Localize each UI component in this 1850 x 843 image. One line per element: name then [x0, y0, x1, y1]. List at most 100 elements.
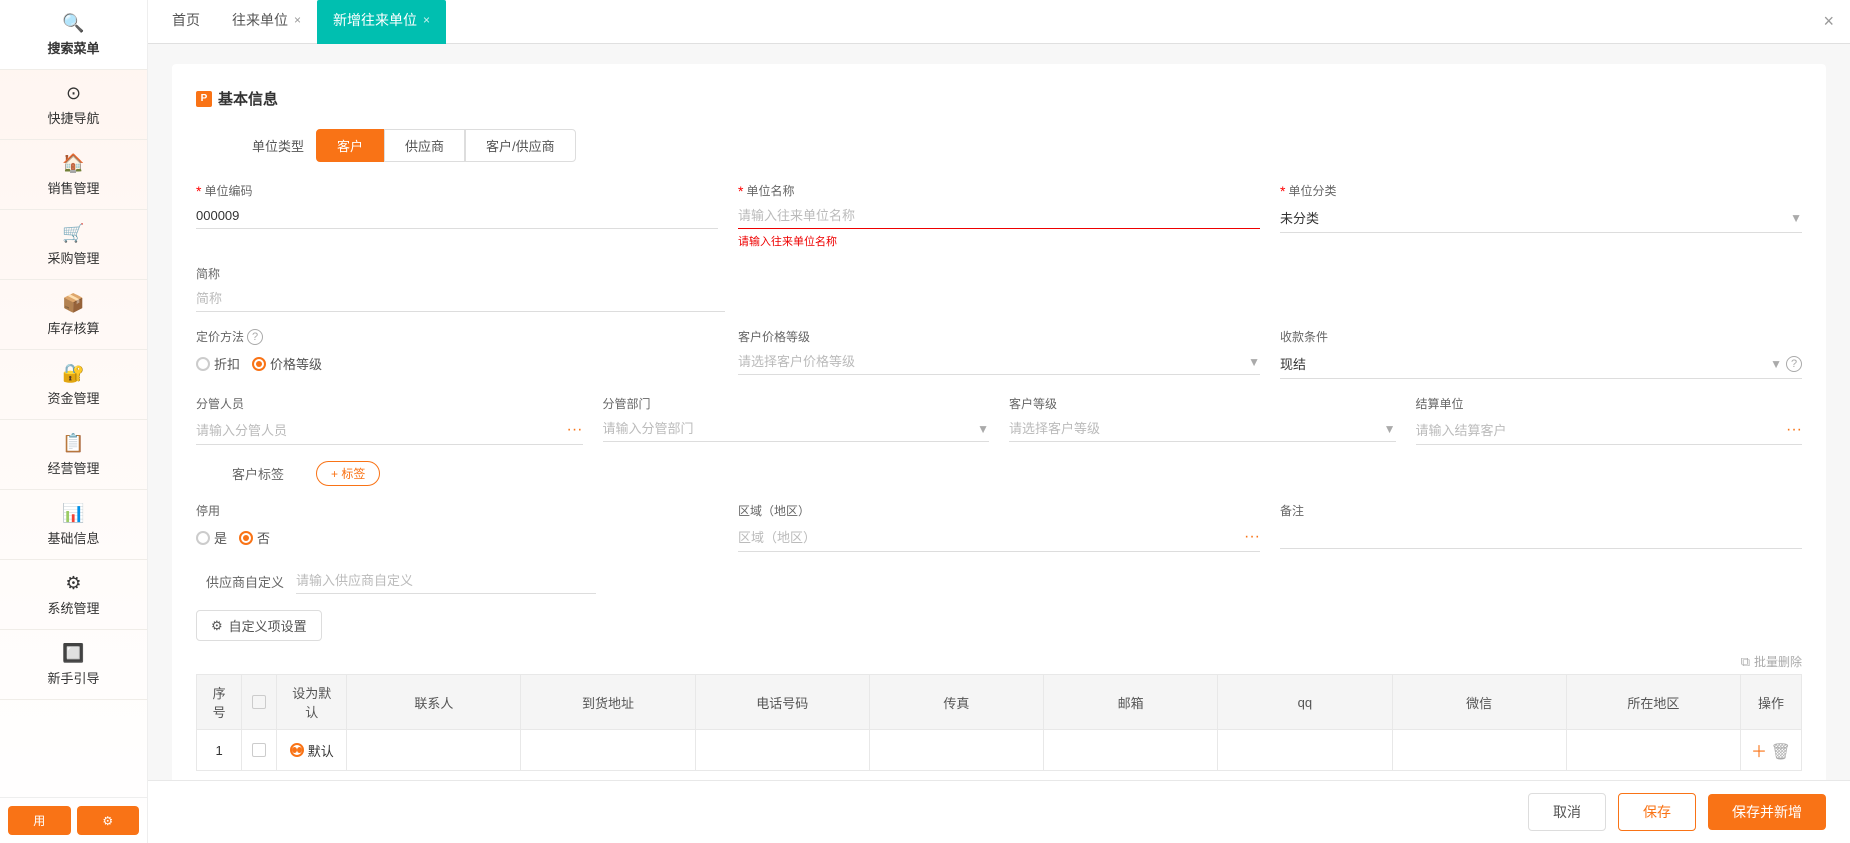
customer-tag-label: 客户标签	[196, 464, 296, 483]
fax-input[interactable]	[880, 743, 1033, 758]
supplier-custom-input[interactable]	[296, 568, 596, 594]
sidebar-item-purchase[interactable]: 🛒 采购管理	[0, 210, 147, 280]
manager-more-icon[interactable]: ···	[567, 421, 583, 439]
customer-price-level-wrapper[interactable]: ▼	[738, 349, 1260, 375]
form-area: P 基本信息 单位类型 客户 供应商 客户/供应商 * 单位编码	[148, 44, 1850, 780]
tab-partner-close[interactable]: ×	[294, 13, 301, 27]
copy-icon: ⧉	[1741, 654, 1750, 670]
sidebar-item-sales[interactable]: 🏠 销售管理	[0, 140, 147, 210]
tab-bar: 首页 往来单位 × 新增往来单位 × ×	[148, 0, 1850, 44]
settlement-unit-input[interactable]	[1416, 423, 1787, 438]
delete-row-button[interactable]: 🗑	[1771, 742, 1791, 762]
custom-settings-button[interactable]: ⚙ 自定义项设置	[196, 610, 322, 641]
radio-circle-price-level	[252, 357, 266, 371]
system-icon: ⚙	[63, 572, 85, 594]
unit-name-input[interactable]	[738, 203, 1260, 229]
field-manager: 分管人员 ···	[196, 395, 583, 445]
add-row-button[interactable]: ＋	[1751, 738, 1767, 762]
sidebar-item-inventory[interactable]: 📦 库存核算	[0, 280, 147, 350]
add-tag-button[interactable]: + 标签	[316, 461, 380, 486]
type-btn-both[interactable]: 客户/供应商	[465, 129, 576, 162]
short-name-input[interactable]	[196, 286, 725, 312]
sales-icon: 🏠	[63, 152, 85, 174]
department-wrapper[interactable]: ▼	[603, 416, 990, 442]
settlement-unit-more-icon[interactable]: ···	[1786, 421, 1802, 439]
col-region: 所在地区	[1566, 675, 1740, 730]
radio-yes[interactable]: 是	[196, 528, 227, 547]
type-btn-supplier[interactable]: 供应商	[384, 129, 465, 162]
sidebar-item-operations[interactable]: 📋 经营管理	[0, 420, 147, 490]
sidebar-item-quick-nav[interactable]: ⊙ 快捷导航	[0, 70, 147, 140]
form-row-shortname: 简称	[196, 265, 1802, 312]
save-and-new-button[interactable]: 保存并新增	[1708, 794, 1826, 830]
guide-icon: 🔲	[63, 642, 85, 664]
settlement-unit-label: 结算单位	[1416, 395, 1803, 412]
sidebar-bottom: 用 ⚙	[0, 797, 147, 843]
customer-level-input[interactable]	[1009, 421, 1384, 436]
sidebar-item-finance[interactable]: 🔐 资金管理	[0, 350, 147, 420]
radio-price-level[interactable]: 价格等级	[252, 354, 322, 373]
sidebar-settings-btn[interactable]: ⚙	[77, 806, 140, 835]
region-more-icon[interactable]: ···	[1244, 528, 1260, 546]
cell-action: ＋ 🗑	[1740, 730, 1801, 771]
default-radio[interactable]	[290, 743, 304, 757]
sidebar-item-guide[interactable]: 🔲 新手引导	[0, 630, 147, 700]
sidebar-item-system[interactable]: ⚙ 系统管理	[0, 560, 147, 630]
unit-code-input[interactable]	[196, 203, 718, 229]
short-name-label: 简称	[196, 265, 725, 282]
tab-home[interactable]: 首页	[156, 0, 216, 44]
sidebar-user-btn[interactable]: 用	[8, 806, 71, 835]
tab-new-partner[interactable]: 新增往来单位 ×	[317, 0, 446, 44]
qq-input[interactable]	[1228, 743, 1381, 758]
select-all-checkbox[interactable]	[252, 695, 266, 709]
col-action: 操作	[1740, 675, 1801, 730]
cell-contact	[347, 730, 521, 771]
remark-input[interactable]	[1280, 523, 1802, 549]
payment-term-wrapper[interactable]: 现结 ▼ ?	[1280, 349, 1802, 379]
row-checkbox[interactable]	[252, 743, 266, 757]
form-row-1: * 单位编码 * 单位名称 请输入往来单位名称 * 单位	[196, 182, 1802, 249]
radio-no[interactable]: 否	[239, 528, 270, 547]
payment-help-icon[interactable]: ?	[1786, 356, 1802, 372]
cell-qq	[1218, 730, 1392, 771]
customer-level-wrapper[interactable]: ▼	[1009, 416, 1396, 442]
tab-new-partner-label: 新增往来单位	[333, 10, 417, 30]
col-wechat: 微信	[1392, 675, 1566, 730]
save-button[interactable]: 保存	[1618, 793, 1696, 831]
email-input[interactable]	[1054, 743, 1207, 758]
phone-input[interactable]	[706, 743, 859, 758]
home-icon: ⊙	[63, 82, 85, 104]
batch-delete-row: ⧉ 批量删除	[196, 653, 1802, 670]
disabled-radio-group: 是 否	[196, 523, 718, 552]
table-row: 1 默认	[197, 730, 1802, 771]
contact-input[interactable]	[357, 743, 510, 758]
type-btn-customer[interactable]: 客户	[316, 129, 384, 162]
department-input[interactable]	[603, 421, 978, 436]
sidebar-item-label: 库存核算	[47, 318, 99, 337]
manager-input[interactable]	[196, 423, 567, 438]
payment-term-label: 收款条件	[1280, 328, 1802, 345]
tab-new-partner-close[interactable]: ×	[423, 13, 430, 27]
chevron-down-icon: ▼	[1248, 355, 1260, 369]
wechat-input[interactable]	[1403, 743, 1556, 758]
unit-code-label: * 单位编码	[196, 182, 718, 199]
col-default: 设为默认	[277, 675, 347, 730]
chevron-down-icon: ▼	[1384, 422, 1396, 436]
cell-region	[1566, 730, 1740, 771]
sidebar-item-basic[interactable]: 📊 基础信息	[0, 490, 147, 560]
customer-price-level-input[interactable]	[738, 354, 1248, 369]
tab-partner[interactable]: 往来单位 ×	[216, 0, 317, 44]
supplier-custom-label: 供应商自定义	[196, 572, 296, 591]
row-region-input[interactable]	[1577, 743, 1730, 758]
cancel-button[interactable]: 取消	[1528, 793, 1606, 831]
region-input[interactable]	[738, 530, 1244, 545]
main-close-btn[interactable]: ×	[1815, 11, 1842, 32]
radio-discount[interactable]: 折扣	[196, 354, 240, 373]
col-fax: 传真	[869, 675, 1043, 730]
batch-delete-label[interactable]: 批量删除	[1754, 653, 1802, 670]
sidebar-item-search[interactable]: 🔍 搜索菜单	[0, 0, 147, 70]
cell-fax	[869, 730, 1043, 771]
pricing-help-icon[interactable]: ?	[247, 329, 263, 345]
address-input[interactable]	[531, 743, 684, 758]
sidebar-item-label: 搜索菜单	[47, 38, 99, 57]
